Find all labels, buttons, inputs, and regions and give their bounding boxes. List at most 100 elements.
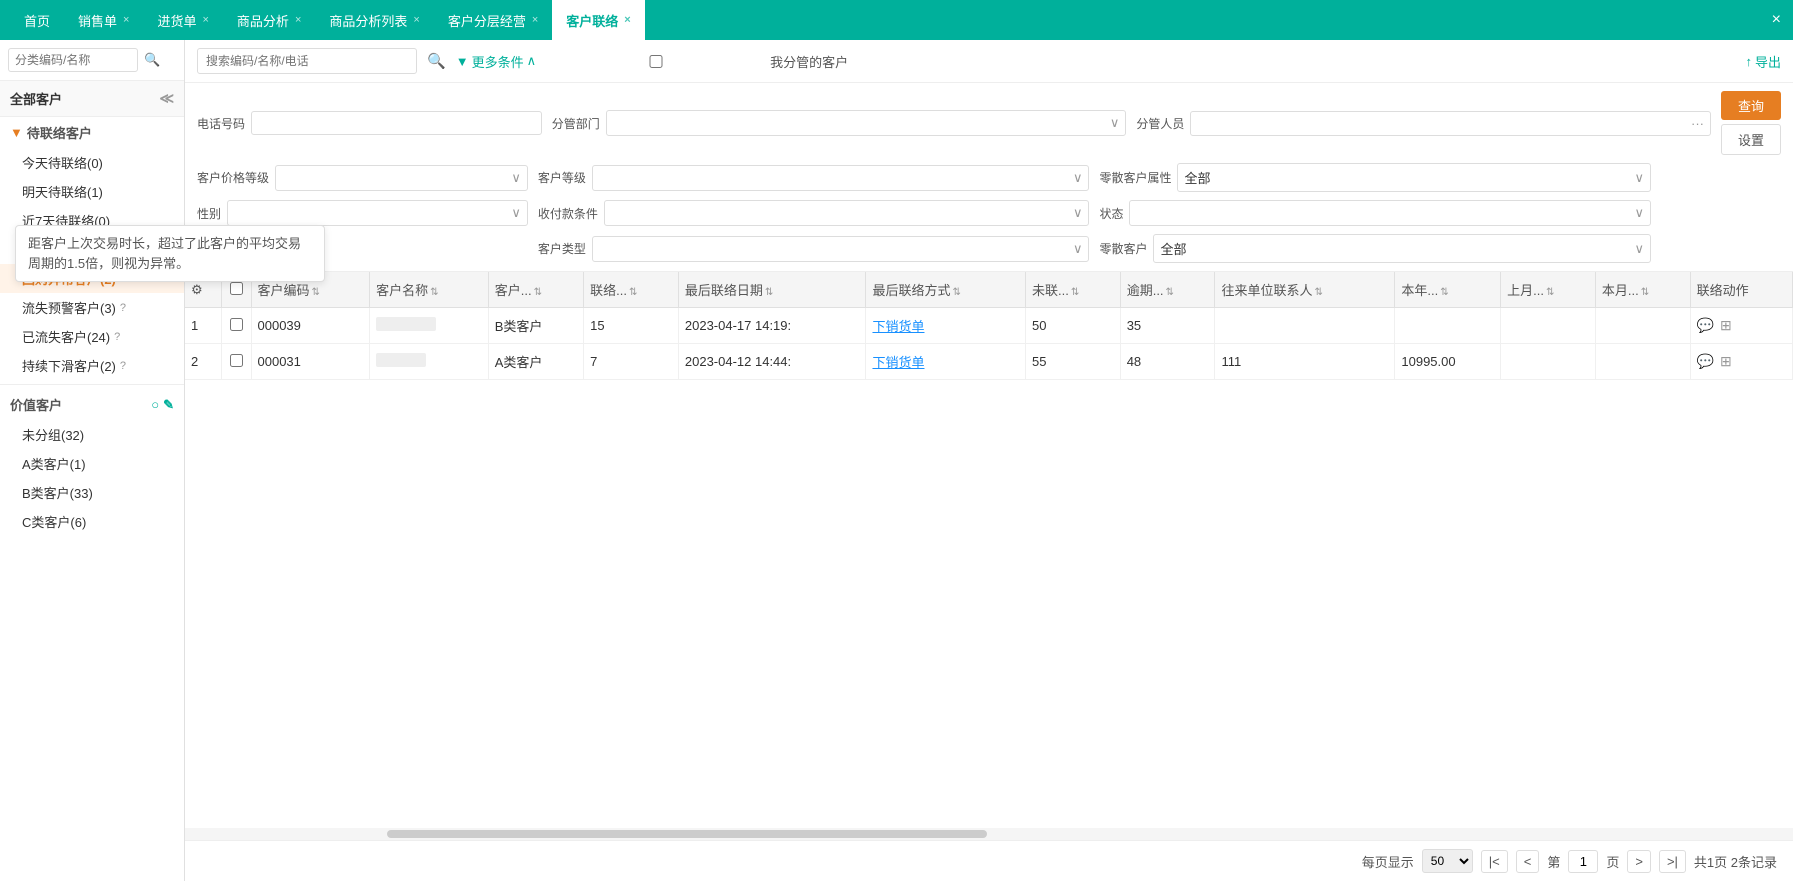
sidebar-collapse-icon[interactable]: ≪ xyxy=(159,90,174,107)
row1-type: B类客户 xyxy=(488,308,583,344)
nav-customer-contact[interactable]: 客户联络 × xyxy=(552,0,644,40)
sidebar-item-a-class[interactable]: A类客户(1) xyxy=(0,449,184,478)
col-uncontacted[interactable]: 未联...⇅ xyxy=(1025,272,1120,308)
nav-customer-segment-close[interactable]: × xyxy=(532,14,538,26)
manager-select[interactable]: ··· xyxy=(1190,111,1711,136)
filter-field-retail-customer: 零散客户 全部 ∨ xyxy=(1099,234,1651,263)
col-action: 联络动作 xyxy=(1690,272,1792,308)
col-customer-name[interactable]: 客户名称⇅ xyxy=(370,272,489,308)
row1-method-link[interactable]: 下销货单 xyxy=(872,319,924,334)
price-level-select[interactable]: ∨ xyxy=(275,165,528,191)
nav-product-analysis-list[interactable]: 商品分析列表 × xyxy=(315,0,433,40)
sidebar-search-input[interactable] xyxy=(8,48,138,72)
declining-hint-icon[interactable]: ? xyxy=(120,360,126,372)
payment-select[interactable]: ∨ xyxy=(604,200,1090,226)
retail-attr-select[interactable]: 全部 ∨ xyxy=(1177,163,1651,192)
sidebar-section-pending[interactable]: ▼ 待联络客户 xyxy=(0,117,184,148)
nav-product-analysis-list-close[interactable]: × xyxy=(413,14,419,26)
filter-row-1: 电话号码 分管部门 ∨ 分管人员 ··· xyxy=(197,91,1781,155)
customer-type-select[interactable]: ∨ xyxy=(592,236,1090,262)
sort-icon-type: ⇅ xyxy=(534,287,542,298)
nav-customer-contact-close[interactable]: × xyxy=(624,14,630,26)
gender-select[interactable]: ∨ xyxy=(227,200,528,226)
settings-icon-cell[interactable]: ⚙ xyxy=(191,282,203,297)
row1-checkbox[interactable] xyxy=(230,318,243,331)
customer-level-select[interactable]: ∨ xyxy=(592,165,1090,191)
sort-icon-lastmonth: ⇅ xyxy=(1546,287,1554,298)
row1-uncontacted: 50 xyxy=(1025,308,1120,344)
nav-product-analysis[interactable]: 商品分析 × xyxy=(223,0,315,40)
query-button[interactable]: 查询 xyxy=(1721,91,1781,120)
main-search-icon[interactable]: 🔍 xyxy=(427,52,446,70)
horizontal-scrollbar[interactable] xyxy=(185,828,1793,840)
main-search-input[interactable] xyxy=(197,48,417,74)
scrollbar-thumb[interactable] xyxy=(387,830,987,838)
row2-grid-icon[interactable]: ⊞ xyxy=(1720,353,1732,370)
my-customers-checkbox-label[interactable]: 我分管的客户 xyxy=(546,52,848,71)
window-close-button[interactable]: × xyxy=(1772,11,1781,29)
row1-this-year xyxy=(1395,308,1501,344)
col-this-year[interactable]: 本年...⇅ xyxy=(1395,272,1501,308)
row2-checkbox[interactable] xyxy=(230,354,243,367)
page-number-input[interactable] xyxy=(1568,850,1598,873)
nav-product-analysis-close[interactable]: × xyxy=(295,14,301,26)
sidebar-item-churn-warning[interactable]: 流失预警客户(3) ? xyxy=(0,293,184,322)
export-button[interactable]: ↑ 导出 xyxy=(1745,52,1781,71)
chevron-down-icon: ∧ xyxy=(527,53,537,69)
col-overdue[interactable]: 逾期...⇅ xyxy=(1120,272,1215,308)
sidebar-all-customers[interactable]: 全部客户 ≪ xyxy=(0,81,184,117)
churned-hint-icon[interactable]: ? xyxy=(114,331,120,343)
churn-warning-hint-icon[interactable]: ? xyxy=(120,302,126,314)
sort-icon-date: ⇅ xyxy=(765,287,773,298)
retail-customer-select[interactable]: 全部 ∨ xyxy=(1153,234,1651,263)
value-customers-circle-icon[interactable]: ○ xyxy=(151,397,159,413)
nav-purchase-close[interactable]: × xyxy=(202,14,208,26)
nav-purchase[interactable]: 进货单 × xyxy=(143,0,222,40)
row1-chat-icon[interactable]: 💬 xyxy=(1697,317,1714,334)
per-page-select[interactable]: 50 100 xyxy=(1422,849,1473,873)
settings-button[interactable]: 设置 xyxy=(1721,124,1781,155)
nav-customer-segment[interactable]: 客户分层经营 × xyxy=(434,0,552,40)
col-contact-person[interactable]: 往来单位联系人⇅ xyxy=(1215,272,1395,308)
phone-input[interactable] xyxy=(251,111,542,135)
filter-field-manager: 分管人员 ··· xyxy=(1136,111,1711,136)
select-all-checkbox[interactable] xyxy=(230,282,243,295)
row2-contact-count: 7 xyxy=(584,344,679,380)
sidebar-search-icon[interactable]: 🔍 xyxy=(144,52,160,68)
col-this-month[interactable]: 本月...⇅ xyxy=(1595,272,1690,308)
sidebar-item-c-class[interactable]: C类客户(6) xyxy=(0,507,184,536)
page-last-button[interactable]: >| xyxy=(1659,850,1686,873)
gender-chevron: ∨ xyxy=(511,205,521,221)
page-first-button[interactable]: |< xyxy=(1481,850,1508,873)
my-customers-checkbox[interactable] xyxy=(546,55,766,68)
row2-chat-icon[interactable]: 💬 xyxy=(1697,353,1714,370)
department-select[interactable]: ∨ xyxy=(606,110,1127,136)
col-last-contact-date[interactable]: 最后联络日期⇅ xyxy=(678,272,866,308)
sidebar-item-churned[interactable]: 已流失客户(24) ? xyxy=(0,322,184,351)
col-last-month[interactable]: 上月...⇅ xyxy=(1501,272,1596,308)
sidebar-item-tomorrow[interactable]: 明天待联络(1) xyxy=(0,177,184,206)
status-select[interactable]: ∨ xyxy=(1129,200,1651,226)
col-contact[interactable]: 联络...⇅ xyxy=(584,272,679,308)
page-prev-button[interactable]: < xyxy=(1516,850,1540,873)
col-last-contact-method[interactable]: 最后联络方式⇅ xyxy=(866,272,1026,308)
sidebar-item-unclassified[interactable]: 未分组(32) xyxy=(0,420,184,449)
row2-method-link[interactable]: 下销货单 xyxy=(872,355,924,370)
row1-grid-icon[interactable]: ⊞ xyxy=(1720,317,1732,334)
sidebar-divider xyxy=(0,384,184,385)
manager-dots[interactable]: ··· xyxy=(1691,116,1704,131)
sidebar-item-declining[interactable]: 持续下滑客户(2) ? xyxy=(0,351,184,380)
value-customers-edit-icon[interactable]: ✎ xyxy=(163,397,174,413)
more-conditions-button[interactable]: ▼ 更多条件 ∧ xyxy=(456,52,536,71)
nav-home[interactable]: 首页 xyxy=(10,0,64,40)
filter-row-2: 客户价格等级 ∨ 客户等级 ∨ 零散客户属性 全部 xyxy=(197,163,1781,192)
nav-sales[interactable]: 销售单 × xyxy=(64,0,143,40)
col-customer-type[interactable]: 客户...⇅ xyxy=(488,272,583,308)
sidebar-item-today[interactable]: 今天待联络(0) xyxy=(0,148,184,177)
nav-sales-close[interactable]: × xyxy=(123,14,129,26)
row2-overdue: 48 xyxy=(1120,344,1215,380)
page-next-button[interactable]: > xyxy=(1627,850,1651,873)
table-row: 2 000031 A类客户 7 2023-04-12 14:44: 下销货单 xyxy=(185,344,1793,380)
sidebar-item-b-class[interactable]: B类客户(33) xyxy=(0,478,184,507)
row2-contact-person: 111 xyxy=(1215,344,1395,380)
